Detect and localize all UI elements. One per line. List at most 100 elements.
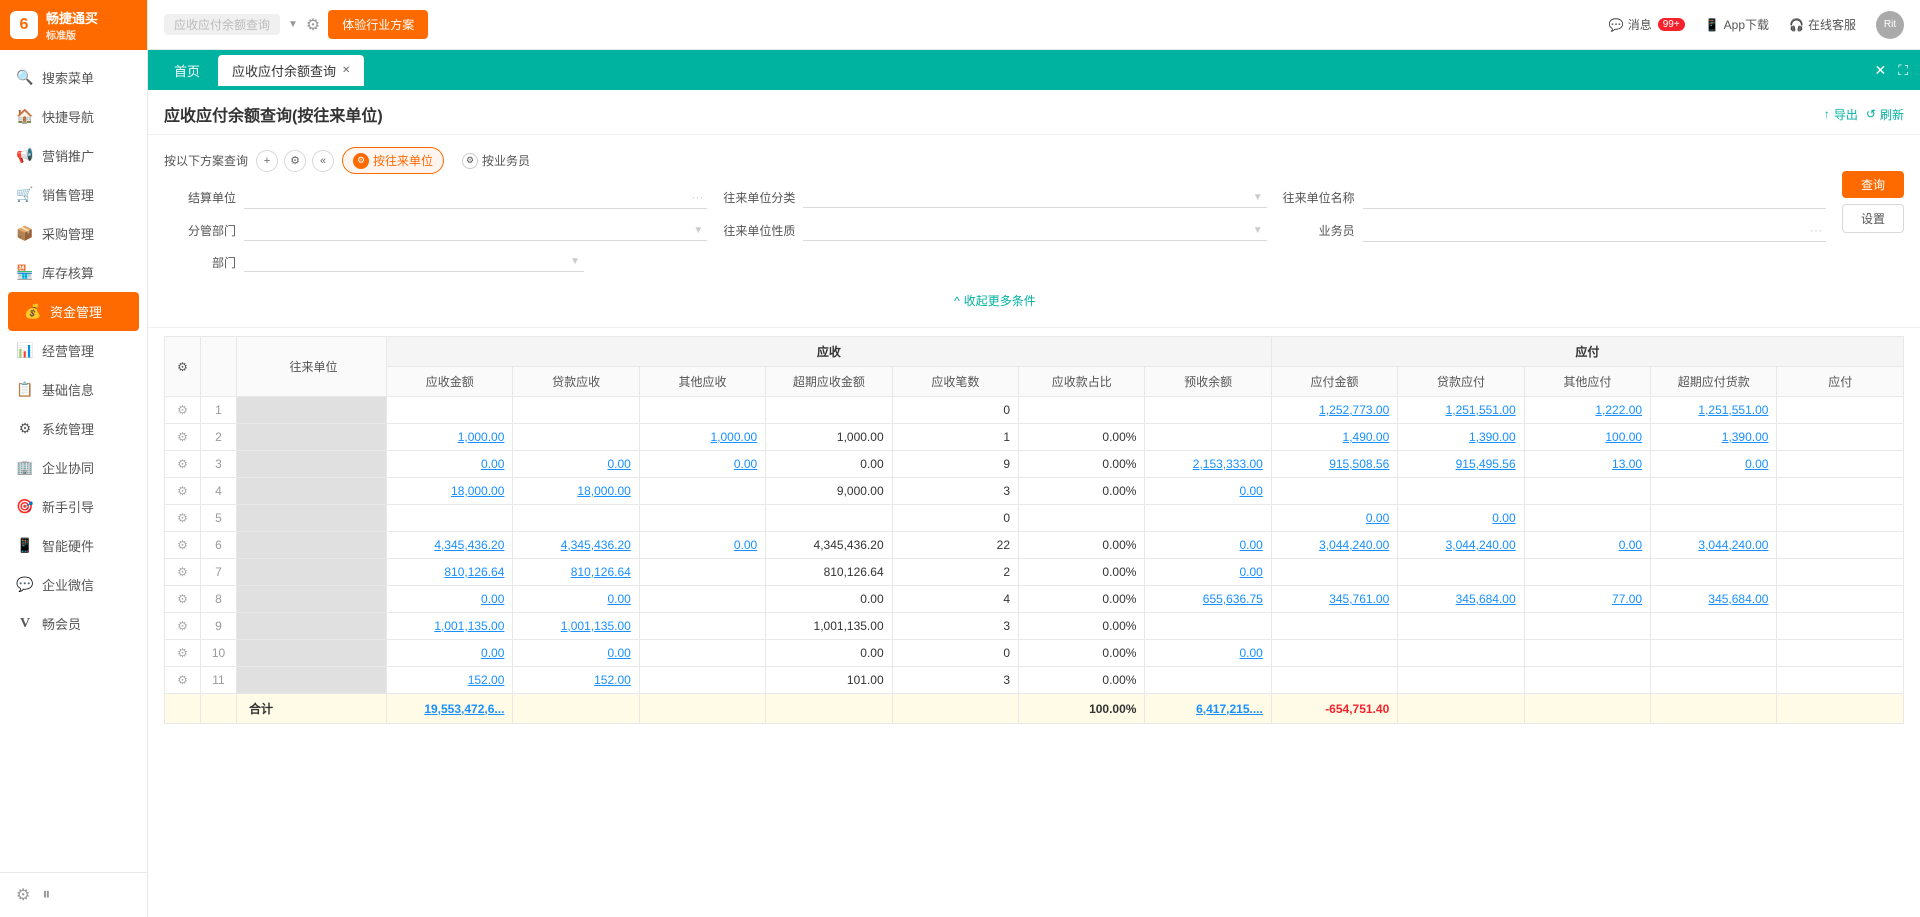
sidebar-item-system[interactable]: ⚙ 系统管理 <box>0 409 147 448</box>
partner-name-input[interactable] <box>1363 186 1826 209</box>
sidebar-item-member[interactable]: V 畅会员 <box>0 604 147 643</box>
row-gear[interactable]: ⚙ <box>165 667 201 694</box>
row-pay-amount[interactable]: 3,044,240.00 <box>1271 532 1397 559</box>
row-rec-amount[interactable] <box>387 505 513 532</box>
row-rec-other[interactable]: 0.00 <box>639 532 765 559</box>
row-pay-other[interactable] <box>1524 505 1650 532</box>
row-pay-amount[interactable] <box>1271 478 1397 505</box>
dept-manager-input[interactable]: ▼ <box>244 221 707 241</box>
row-rec-other[interactable] <box>639 505 765 532</box>
row-rec-loan[interactable]: 810,126.64 <box>513 559 639 586</box>
row-pay-loan[interactable] <box>1398 667 1524 694</box>
row-rec-advance[interactable]: 655,636.75 <box>1145 586 1271 613</box>
row-rec-advance[interactable]: 0.00 <box>1145 478 1271 505</box>
row-pay-overdue[interactable]: 1,251,551.00 <box>1651 397 1777 424</box>
row-pay-amount[interactable]: 345,761.00 <box>1271 586 1397 613</box>
row-gear[interactable]: ⚙ <box>165 640 201 667</box>
collapse-btn[interactable]: ^ 收起更多条件 <box>164 286 1826 315</box>
sidebar-item-quick-nav[interactable]: 🏠 快捷导航 <box>0 97 147 136</box>
row-rec-advance[interactable] <box>1145 397 1271 424</box>
row-rec-amount[interactable]: 0.00 <box>387 640 513 667</box>
total-rec-advance[interactable]: 6,417,215.... <box>1145 694 1271 724</box>
row-pay-other[interactable] <box>1524 478 1650 505</box>
row-rec-loan[interactable]: 0.00 <box>513 640 639 667</box>
row-pay-amount[interactable]: 1,252,773.00 <box>1271 397 1397 424</box>
row-rec-advance[interactable] <box>1145 424 1271 451</box>
row-pay-amount[interactable]: 915,508.56 <box>1271 451 1397 478</box>
row-rec-amount[interactable]: 18,000.00 <box>387 478 513 505</box>
row-rec-advance[interactable] <box>1145 613 1271 640</box>
query-btn[interactable]: 查询 <box>1842 171 1904 198</box>
row-pay-amount[interactable] <box>1271 559 1397 586</box>
sidebar-item-search-menu[interactable]: 🔍 搜索菜单 <box>0 58 147 97</box>
row-pay-amount[interactable] <box>1271 613 1397 640</box>
tab-close-window-icon[interactable]: ✕ <box>1874 62 1886 79</box>
filter-collapse-icon[interactable]: « <box>312 150 334 172</box>
dept-input[interactable]: ▼ <box>244 252 584 272</box>
sidebar-item-base-info[interactable]: 📋 基础信息 <box>0 370 147 409</box>
refresh-btn[interactable]: ↺ 刷新 <box>1866 106 1904 123</box>
row-pay-loan[interactable]: 915,495.56 <box>1398 451 1524 478</box>
row-pay-other[interactable] <box>1524 559 1650 586</box>
row-pay-other[interactable]: 100.00 <box>1524 424 1650 451</box>
settlement-unit-input[interactable]: ··· <box>244 186 707 209</box>
row-pay-other[interactable]: 0.00 <box>1524 532 1650 559</box>
user-avatar-item[interactable]: Rit <box>1876 11 1904 39</box>
row-gear[interactable]: ⚙ <box>165 424 201 451</box>
total-rec-amount[interactable]: 19,553,472,6... <box>387 694 513 724</box>
filter-by-staff[interactable]: ⚙ 按业务员 <box>452 148 540 173</box>
sidebar-item-purchase[interactable]: 📦 采购管理 <box>0 214 147 253</box>
sidebar-item-inventory[interactable]: 🏪 库存核算 <box>0 253 147 292</box>
row-rec-other[interactable]: 1,000.00 <box>639 424 765 451</box>
row-pay-other[interactable] <box>1524 667 1650 694</box>
row-rec-amount[interactable]: 4,345,436.20 <box>387 532 513 559</box>
row-pay-other[interactable]: 77.00 <box>1524 586 1650 613</box>
row-rec-advance[interactable] <box>1145 505 1271 532</box>
row-rec-amount[interactable]: 152.00 <box>387 667 513 694</box>
trial-btn[interactable]: 体验行业方案 <box>328 10 428 39</box>
tab-home[interactable]: 首页 <box>160 55 214 86</box>
tab-close-icon[interactable]: ✕ <box>342 65 350 76</box>
sidebar-item-guide[interactable]: 🎯 新手引导 <box>0 487 147 526</box>
row-pay-overdue[interactable]: 1,390.00 <box>1651 424 1777 451</box>
row-rec-other[interactable] <box>639 559 765 586</box>
header-gear-icon[interactable]: ⚙ <box>306 15 320 35</box>
row-rec-amount[interactable]: 0.00 <box>387 586 513 613</box>
online-service-nav-item[interactable]: 🎧 在线客服 <box>1789 16 1856 33</box>
partner-nature-input[interactable]: ▼ <box>803 221 1266 241</box>
row-rec-other[interactable] <box>639 667 765 694</box>
row-rec-amount[interactable]: 0.00 <box>387 451 513 478</box>
row-rec-amount[interactable]: 1,000.00 <box>387 424 513 451</box>
row-rec-loan[interactable] <box>513 505 639 532</box>
row-gear[interactable]: ⚙ <box>165 613 201 640</box>
sidebar-item-fund[interactable]: 💰 资金管理 <box>8 292 139 331</box>
partner-category-input[interactable]: ▼ <box>803 188 1266 208</box>
row-pay-overdue[interactable]: 3,044,240.00 <box>1651 532 1777 559</box>
app-download-nav-item[interactable]: 📱 App下载 <box>1705 16 1769 33</box>
tab-query[interactable]: 应收应付余额查询 ✕ <box>218 55 364 86</box>
row-pay-amount[interactable]: 1,490.00 <box>1271 424 1397 451</box>
sidebar-item-enterprise-wechat[interactable]: 💬 企业微信 <box>0 565 147 604</box>
row-rec-amount[interactable]: 810,126.64 <box>387 559 513 586</box>
row-pay-overdue[interactable]: 0.00 <box>1651 451 1777 478</box>
sidebar-footer-settings-icon[interactable]: ⚙ <box>16 885 30 905</box>
row-pay-amount[interactable]: 0.00 <box>1271 505 1397 532</box>
row-pay-loan[interactable] <box>1398 640 1524 667</box>
row-pay-other[interactable]: 13.00 <box>1524 451 1650 478</box>
row-pay-other[interactable]: 1,222.00 <box>1524 397 1650 424</box>
row-rec-loan[interactable]: 0.00 <box>513 586 639 613</box>
row-rec-loan[interactable] <box>513 397 639 424</box>
row-rec-other[interactable] <box>639 397 765 424</box>
row-gear[interactable]: ⚙ <box>165 586 201 613</box>
row-pay-loan[interactable]: 345,684.00 <box>1398 586 1524 613</box>
row-rec-other[interactable] <box>639 586 765 613</box>
row-gear[interactable]: ⚙ <box>165 505 201 532</box>
row-rec-loan[interactable]: 0.00 <box>513 451 639 478</box>
row-gear[interactable]: ⚙ <box>165 532 201 559</box>
row-pay-overdue[interactable] <box>1651 667 1777 694</box>
row-rec-advance[interactable]: 0.00 <box>1145 640 1271 667</box>
row-pay-loan[interactable]: 3,044,240.00 <box>1398 532 1524 559</box>
row-pay-overdue[interactable] <box>1651 559 1777 586</box>
row-gear[interactable]: ⚙ <box>165 451 201 478</box>
sidebar-footer-collapse-icon[interactable]: ⏸ <box>42 886 50 904</box>
